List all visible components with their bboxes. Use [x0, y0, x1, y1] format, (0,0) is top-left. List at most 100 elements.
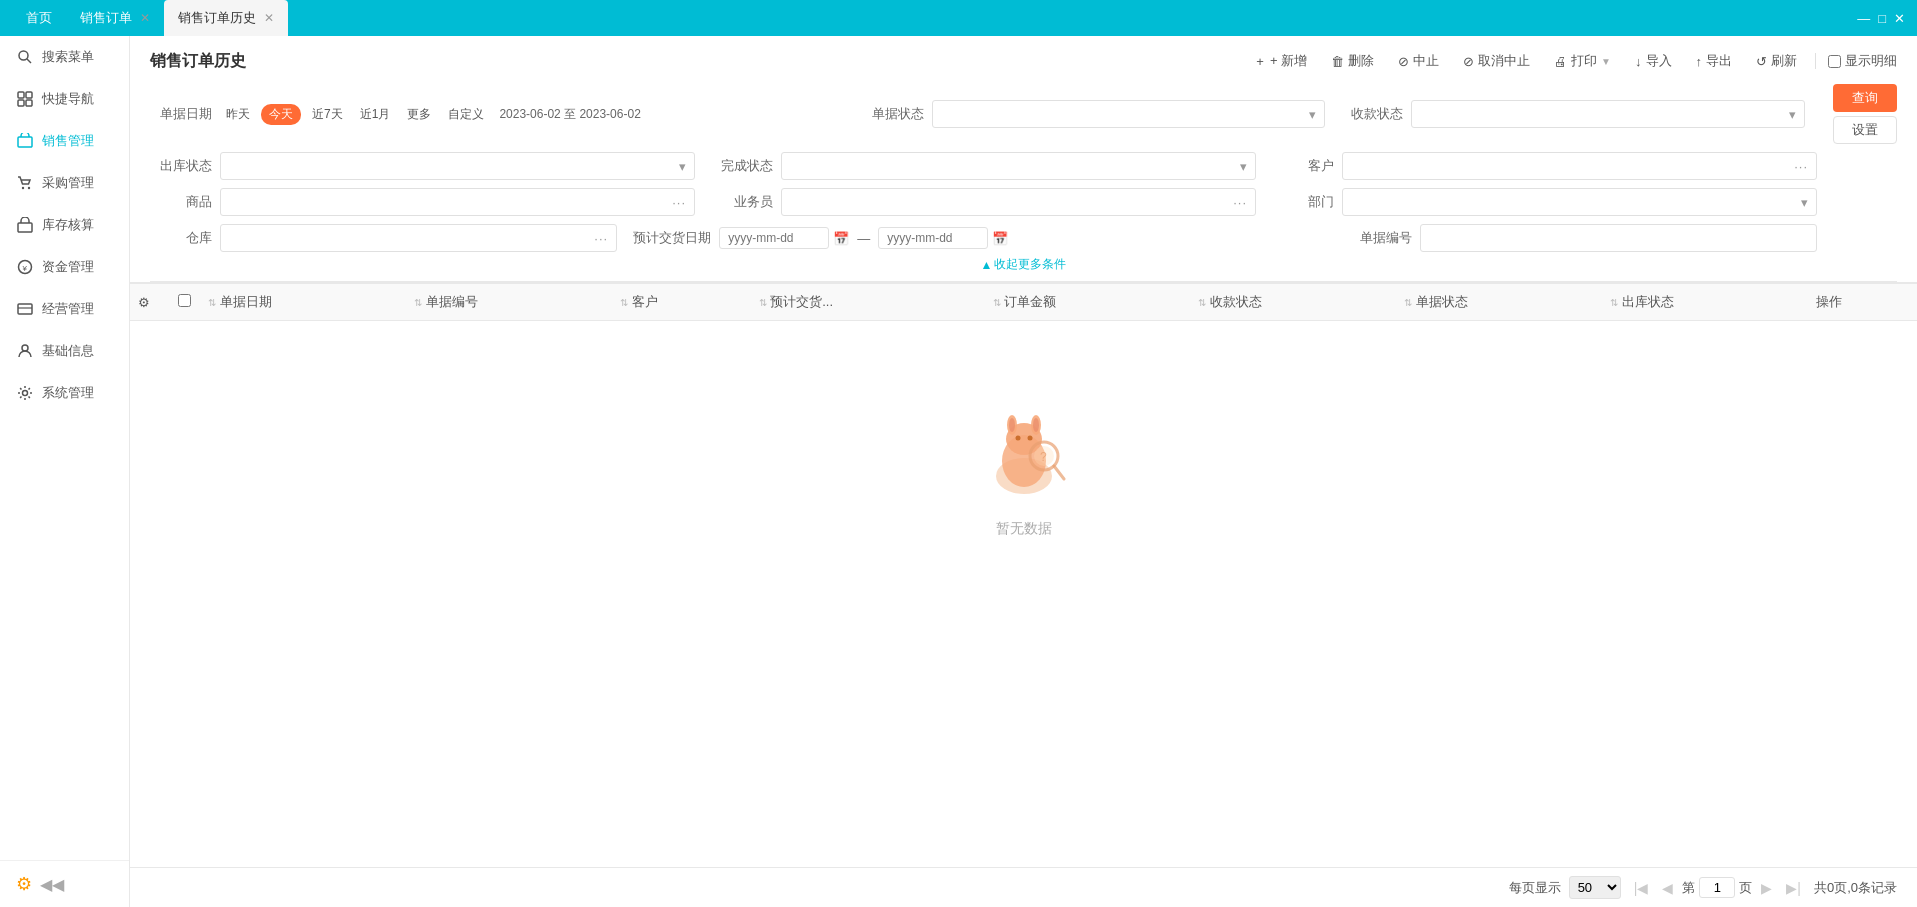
department-arrow-icon: ▾	[1801, 195, 1808, 210]
svg-rect-4	[18, 100, 24, 106]
date-yesterday-tag[interactable]: 昨天	[220, 104, 256, 125]
date-more-tag[interactable]: 更多	[401, 104, 437, 125]
import-button[interactable]: ↓ 导入	[1629, 48, 1678, 74]
tab-home[interactable]: 首页	[12, 0, 66, 36]
svg-point-15	[23, 391, 28, 396]
date-7days-tag[interactable]: 近7天	[306, 104, 349, 125]
table-area: ⚙ ⇅ 单据日期 ⇅ 单据编号	[130, 283, 1917, 867]
sidebar-item-basic-info[interactable]: 基础信息	[0, 330, 129, 372]
select-all-checkbox[interactable]	[178, 294, 191, 307]
prev-page-btn[interactable]: ◀	[1657, 878, 1678, 898]
completion-status-select[interactable]: ▾	[781, 152, 1256, 180]
sidebar-item-purchase-mgmt[interactable]: 采购管理	[0, 162, 129, 204]
delivery-date-start[interactable]	[719, 227, 829, 249]
sidebar-collapse-icon[interactable]: ◀◀	[40, 875, 64, 894]
page-size-select[interactable]: 50 10 20 100	[1569, 876, 1621, 899]
svg-text:¥: ¥	[22, 264, 28, 273]
tab-sales-order-history[interactable]: 销售订单历史 ✕	[164, 0, 288, 36]
customer-input[interactable]: ···	[1342, 152, 1817, 180]
collapse-row: ▲ 收起更多条件	[150, 256, 1897, 273]
calendar-end-icon[interactable]: 📅	[992, 231, 1008, 246]
date-custom-tag[interactable]: 自定义	[442, 104, 490, 125]
sidebar-item-search-menu[interactable]: 搜索菜单	[0, 36, 129, 78]
sort-icon-delivery-status: ⇅	[1610, 297, 1618, 308]
window-controls: — □ ✕	[1857, 11, 1905, 26]
tab-sales-order-history-label: 销售订单历史	[178, 9, 256, 27]
filter-goods: 商品 ···	[150, 188, 695, 216]
order-status-label: 单据状态	[862, 105, 932, 123]
sidebar-settings-icon[interactable]: ⚙	[16, 873, 32, 895]
delete-button[interactable]: 🗑 删除	[1325, 48, 1380, 74]
th-order-status[interactable]: ⇅ 单据状态	[1396, 284, 1602, 321]
sidebar-item-ops-mgmt[interactable]: 经营管理	[0, 288, 129, 330]
collapse-button[interactable]: ▲ 收起更多条件	[981, 256, 1067, 273]
th-delivery-status[interactable]: ⇅ 出库状态	[1602, 284, 1808, 321]
payment-status-arrow-icon: ▾	[1789, 107, 1796, 122]
goods-input[interactable]: ···	[220, 188, 695, 216]
payment-status-label: 收款状态	[1341, 105, 1411, 123]
settings-button[interactable]: 设置	[1833, 116, 1897, 144]
print-button[interactable]: 🖨 打印 ▼	[1548, 48, 1617, 74]
svg-point-7	[22, 187, 24, 189]
completion-status-label: 完成状态	[711, 157, 781, 175]
collapse-label: 收起更多条件	[994, 256, 1066, 273]
first-page-btn[interactable]: |◀	[1629, 878, 1654, 898]
empty-text: 暂无数据	[996, 520, 1052, 538]
maximize-btn[interactable]: □	[1878, 11, 1886, 26]
date-1month-tag[interactable]: 近1月	[354, 104, 397, 125]
sidebar-item-sys-mgmt[interactable]: 系统管理	[0, 372, 129, 414]
print-icon: 🖨	[1554, 54, 1567, 69]
warehouse-label: 仓库	[150, 229, 220, 247]
th-payment-status[interactable]: ⇅ 收款状态	[1190, 284, 1396, 321]
delivery-status-select[interactable]: ▾	[220, 152, 695, 180]
tab-sales-order-close[interactable]: ✕	[140, 11, 150, 25]
tab-sales-order-history-close[interactable]: ✕	[264, 11, 274, 25]
date-today-tag[interactable]: 今天	[261, 104, 301, 125]
salesperson-input[interactable]: ···	[781, 188, 1256, 216]
cancel-stop-button[interactable]: ⊘ 取消中止	[1457, 48, 1536, 74]
svg-rect-5	[26, 100, 32, 106]
stop-button[interactable]: ⊘ 中止	[1392, 48, 1445, 74]
minimize-btn[interactable]: —	[1857, 11, 1870, 26]
department-select[interactable]: ▾	[1342, 188, 1817, 216]
order-number-label: 单据编号	[1350, 229, 1420, 247]
new-button[interactable]: + + 新增	[1250, 48, 1313, 74]
next-page-btn[interactable]: ▶	[1756, 878, 1777, 898]
th-number[interactable]: ⇅ 单据编号	[406, 284, 612, 321]
settings-gear-icon[interactable]: ⚙	[138, 295, 150, 310]
close-btn-window[interactable]: ✕	[1894, 11, 1905, 26]
th-settings[interactable]: ⚙	[130, 284, 170, 321]
warehouse-input[interactable]: ···	[220, 224, 617, 252]
th-delivery[interactable]: ⇅ 预计交货...	[751, 284, 985, 321]
show-detail-input[interactable]	[1828, 55, 1841, 68]
th-amount[interactable]: ⇅ 订单金额	[985, 284, 1191, 321]
svg-rect-6	[18, 137, 32, 147]
calendar-start-icon[interactable]: 📅	[833, 231, 849, 246]
sidebar-item-inventory[interactable]: 库存核算	[0, 204, 129, 246]
query-button[interactable]: 查询	[1833, 84, 1897, 112]
sidebar-item-quick-nav[interactable]: 快捷导航	[0, 78, 129, 120]
th-customer[interactable]: ⇅ 客户	[612, 284, 751, 321]
sidebar-item-capital-mgmt[interactable]: ¥ 资金管理	[0, 246, 129, 288]
ops-icon	[16, 300, 34, 318]
filter-row-1: 单据日期 昨天 今天 近7天 近1月 更多 自定义 2023-06-02 至 2…	[150, 84, 1897, 144]
table-head: ⚙ ⇅ 单据日期 ⇅ 单据编号	[130, 284, 1917, 321]
svg-text:?: ?	[1040, 450, 1047, 464]
th-date[interactable]: ⇅ 单据日期	[200, 284, 406, 321]
sales-icon	[16, 132, 34, 150]
sidebar-item-sales-mgmt[interactable]: 销售管理	[0, 120, 129, 162]
show-detail-checkbox[interactable]: 显示明细	[1828, 52, 1897, 70]
page-goto-label: 第	[1682, 879, 1695, 897]
order-status-select[interactable]: ▾	[932, 100, 1326, 128]
refresh-button[interactable]: ↺ 刷新	[1750, 48, 1803, 74]
export-button[interactable]: ↑ 导出	[1690, 48, 1739, 74]
delivery-date-end[interactable]	[878, 227, 988, 249]
filter-row-3: 商品 ··· 业务员 ··· 部门 ▾	[150, 188, 1897, 216]
tab-sales-order[interactable]: 销售订单 ✕	[66, 0, 164, 36]
page-number-input[interactable]	[1699, 877, 1735, 898]
payment-status-select[interactable]: ▾	[1411, 100, 1805, 128]
last-page-btn[interactable]: ▶|	[1781, 878, 1806, 898]
th-checkbox[interactable]	[170, 284, 200, 321]
order-number-input[interactable]	[1420, 224, 1817, 252]
empty-state: ? 暂无数据	[130, 321, 1917, 618]
